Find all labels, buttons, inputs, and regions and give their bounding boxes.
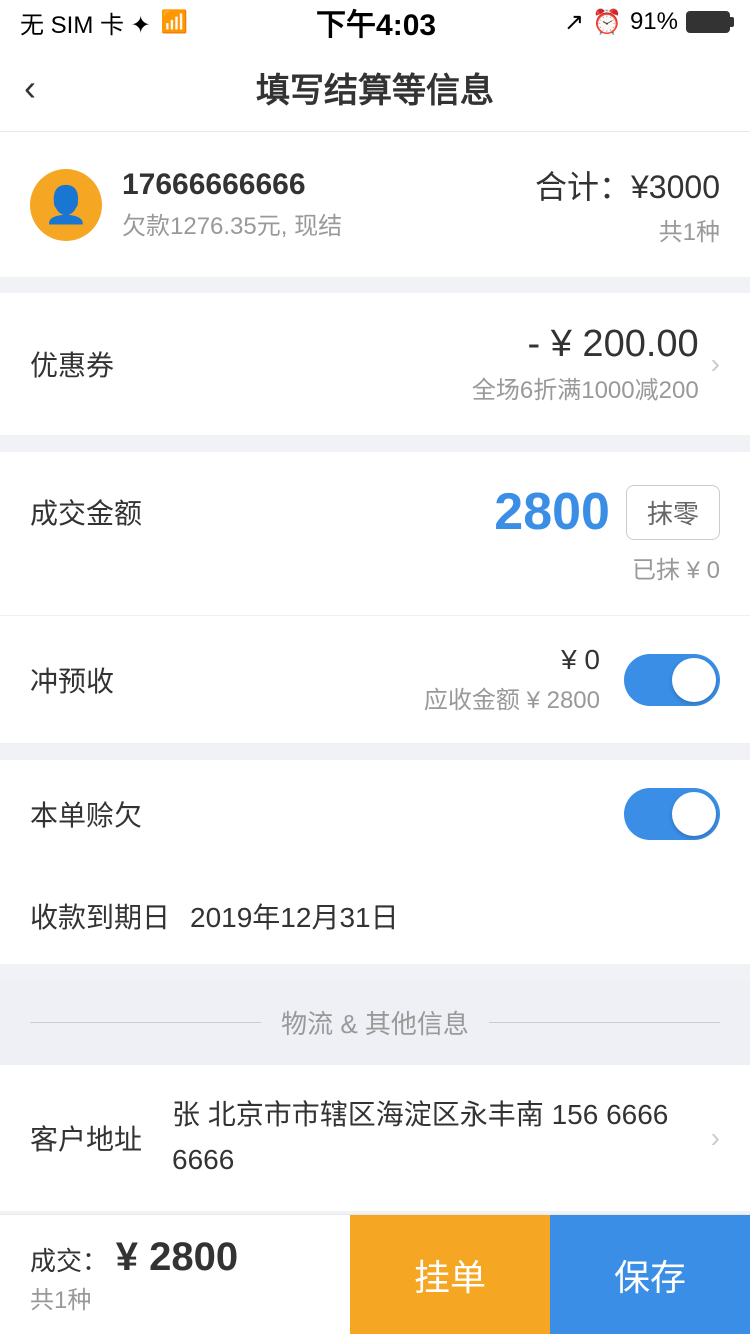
total-sub: 共1种: [535, 212, 720, 247]
deal-label: 成交金额: [30, 492, 142, 532]
logistics-label: 物流 & 其他信息: [281, 1004, 469, 1041]
prereceive-info: ¥ 0 应收金额 ¥ 2800: [424, 644, 600, 715]
bottom-summary: 成交： ¥ 2800 共1种: [0, 1235, 350, 1315]
prereceive-section: 冲预收 ¥ 0 应收金额 ¥ 2800: [0, 616, 750, 744]
prereceive-sub: 应收金额 ¥ 2800: [424, 680, 600, 715]
avatar-icon: 👤: [44, 184, 89, 226]
address-label: 客户地址: [30, 1118, 142, 1158]
bottom-amount: ¥ 2800: [116, 1235, 238, 1279]
back-button[interactable]: ‹: [24, 67, 36, 109]
toggle-knob: [672, 658, 716, 702]
customer-info: 17666666666 欠款1276.35元, 现结: [122, 168, 342, 241]
content: 👤 17666666666 欠款1276.35元, 现结 合计：¥3000 共1…: [0, 132, 750, 1331]
prereceive-label: 冲预收: [30, 660, 114, 700]
deal-section: 成交金额 2800 抹零 已抹 ¥ 0: [0, 452, 750, 616]
sim-label: 无 SIM 卡 ✦: [20, 5, 151, 40]
coupon-label: 优惠券: [30, 344, 114, 384]
status-time: 下午4:03: [316, 0, 436, 44]
deal-row: 成交金额 2800 抹零: [30, 482, 720, 542]
coupon-chevron-icon: ›: [711, 348, 720, 380]
due-date-value: 2019年12月31日: [190, 896, 399, 936]
logistics-divider: 物流 & 其他信息: [0, 980, 750, 1065]
battery-icon: [686, 11, 730, 33]
divider-line-right: [489, 1022, 720, 1023]
save-label: 保存: [614, 1249, 686, 1301]
customer-card: 👤 17666666666 欠款1276.35元, 现结 合计：¥3000 共1…: [0, 132, 750, 277]
coupon-right: - ¥ 200.00 全场6折满1000减200 ›: [472, 323, 720, 405]
section-gap-1: [0, 436, 750, 452]
section-gap-3: [0, 964, 750, 980]
due-date-label: 收款到期日: [30, 896, 170, 936]
coupon-sub: 全场6折满1000减200: [472, 370, 699, 405]
prereceive-amount: ¥ 0: [561, 644, 600, 676]
bottom-bar: 成交： ¥ 2800 共1种 挂单 保存: [0, 1214, 750, 1334]
location-icon: ↗: [564, 8, 584, 37]
prereceive-toggle[interactable]: [624, 654, 720, 706]
address-section[interactable]: 客户地址 张 北京市市辖区海淀区永丰南 156 6666 6666 ›: [0, 1065, 750, 1211]
save-button[interactable]: 保存: [550, 1215, 750, 1334]
customer-sub: 欠款1276.35元, 现结: [122, 206, 342, 241]
coupon-row[interactable]: 优惠券 - ¥ 200.00 全场6折满1000减200 ›: [0, 293, 750, 436]
bottom-deal-label: 成交：: [30, 1246, 108, 1276]
status-right: ↗ ⏰ 91%: [564, 8, 730, 37]
nav-bar: ‹ 填写结算等信息: [0, 44, 750, 132]
section-gap-2: [0, 744, 750, 760]
alarm-icon: ⏰: [592, 8, 622, 37]
deal-sub: 已抹 ¥ 0: [30, 550, 720, 585]
avatar: 👤: [30, 169, 102, 241]
battery-label: 91%: [630, 8, 678, 36]
debit-toggle-knob: [672, 792, 716, 836]
wifi-icon: 📶: [161, 9, 188, 35]
round-button[interactable]: 抹零: [626, 485, 720, 540]
customer-right: 合计：¥3000 共1种: [535, 162, 720, 247]
hang-label: 挂单: [414, 1249, 486, 1301]
coupon-amount: - ¥ 200.00: [472, 323, 699, 366]
due-date-section: 收款到期日 2019年12月31日: [0, 868, 750, 964]
customer-phone: 17666666666: [122, 168, 342, 202]
bottom-count: 共1种: [30, 1280, 320, 1315]
status-left: 无 SIM 卡 ✦ 📶: [20, 5, 188, 40]
address-value: 张 北京市市辖区海淀区永丰南 156 6666 6666: [172, 1093, 711, 1183]
debit-label: 本单赊欠: [30, 794, 142, 834]
customer-left: 👤 17666666666 欠款1276.35元, 现结: [30, 168, 342, 241]
address-chevron-icon: ›: [711, 1122, 720, 1154]
divider-line-left: [30, 1022, 261, 1023]
total-amount: 合计：¥3000: [535, 162, 720, 208]
deal-right: 2800 抹零: [494, 482, 720, 542]
debit-section: 本单赊欠: [0, 760, 750, 868]
deal-value: 2800: [494, 482, 610, 542]
debit-toggle[interactable]: [624, 788, 720, 840]
status-bar: 无 SIM 卡 ✦ 📶 下午4:03 ↗ ⏰ 91%: [0, 0, 750, 44]
hang-button[interactable]: 挂单: [350, 1215, 550, 1334]
page-title: 填写结算等信息: [256, 63, 494, 112]
